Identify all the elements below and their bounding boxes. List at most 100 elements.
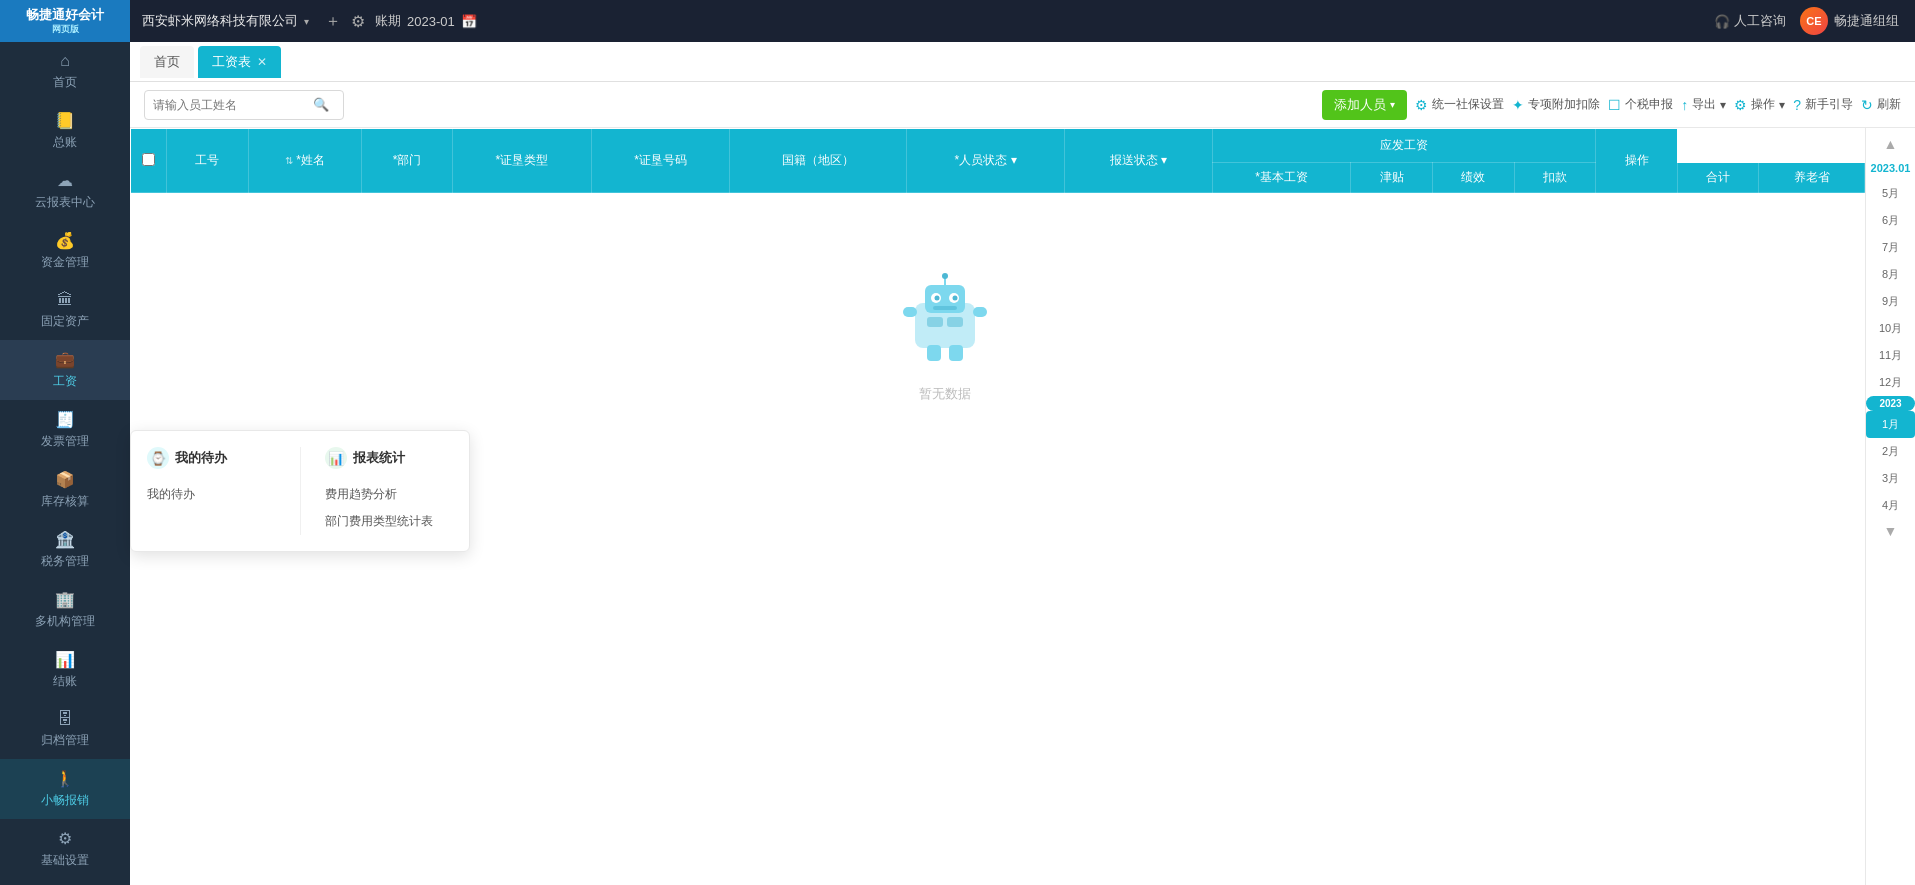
inventory-icon: 📦 <box>55 470 75 489</box>
add-person-button[interactable]: 添加人员 ▾ <box>1322 90 1407 120</box>
sidebar-item-ledger[interactable]: 📒 总账 <box>0 101 130 161</box>
popup-item-my-todo[interactable]: 我的待办 <box>147 481 276 508</box>
calendar-icon[interactable]: 📅 <box>461 14 477 29</box>
special-deduction-action[interactable]: ✦ 专项附加扣除 <box>1512 96 1600 113</box>
search-box: 🔍 <box>144 90 344 120</box>
tax-declaration-label: 个税申报 <box>1625 96 1673 113</box>
tax-declaration-action[interactable]: ☐ 个税申报 <box>1608 96 1673 113</box>
sidebar-item-new-guide[interactable]: ▶ 新手引导 <box>0 879 130 885</box>
th-emp-no: 工号 <box>167 129 249 193</box>
sidebar-label: 云报表中心 <box>35 194 95 211</box>
th-bonus: 绩效 <box>1433 163 1515 193</box>
month-item-10[interactable]: 10月 <box>1866 315 1915 342</box>
company-name: 西安虾米网络科技有限公司 <box>142 12 298 30</box>
sidebar-label: 固定资产 <box>41 313 89 330</box>
popup-col2-label: 报表统计 <box>353 449 405 467</box>
period-value[interactable]: 2023-01 <box>407 14 455 29</box>
month-item-6[interactable]: 6月 <box>1866 207 1915 234</box>
popup-menu: ⌚ 我的待办 我的待办 📊 报表统计 费用趋势分析 部门费用类型统计表 <box>130 430 470 552</box>
th-country: 国籍（地区） <box>730 129 907 193</box>
svg-rect-13 <box>903 307 917 317</box>
special-deduction-icon: ✦ <box>1512 97 1524 113</box>
month-item-8[interactable]: 8月 <box>1866 261 1915 288</box>
refresh-action[interactable]: ↻ 刷新 <box>1861 96 1901 113</box>
new-guide-action[interactable]: ? 新手引导 <box>1793 96 1853 113</box>
svg-point-4 <box>934 296 939 301</box>
svg-rect-12 <box>949 345 963 361</box>
svg-rect-14 <box>973 307 987 317</box>
sidebar-item-tax[interactable]: 🏦 税务管理 <box>0 520 130 580</box>
svg-rect-10 <box>947 317 963 327</box>
sidebar-item-home[interactable]: ⌂ 首页 <box>0 42 130 101</box>
cloud-report-icon: ☁ <box>57 171 73 190</box>
month-scroll-up[interactable]: ▲ <box>1866 132 1915 156</box>
sidebar-item-multi-org[interactable]: 🏢 多机构管理 <box>0 580 130 640</box>
sidebar-item-fund[interactable]: 💰 资金管理 <box>0 221 130 281</box>
sidebar-item-xiaochangbaoxiao[interactable]: 🚶 小畅报销 <box>0 759 130 819</box>
operations-action[interactable]: ⚙ 操作 ▾ <box>1734 96 1785 113</box>
month-item-2[interactable]: 2月 <box>1866 438 1915 465</box>
home-icon: ⌂ <box>60 52 70 70</box>
user-area[interactable]: CE 畅捷通组组 <box>1800 7 1899 35</box>
tab-home[interactable]: 首页 <box>140 46 194 78</box>
logo-text: 畅捷通好会计 网页版 <box>26 7 104 36</box>
export-action[interactable]: ↑ 导出 ▾ <box>1681 96 1726 113</box>
avatar: CE <box>1800 7 1828 35</box>
sidebar-item-archive[interactable]: 🗄 归档管理 <box>0 700 130 759</box>
top-bar: 畅捷通好会计 网页版 西安虾米网络科技有限公司 ▾ ＋ ⚙ 账期 2023-01… <box>0 0 1915 42</box>
th-report-status: 报送状态 ▾ <box>1064 129 1212 193</box>
company-selector[interactable]: 西安虾米网络科技有限公司 ▾ <box>130 12 321 30</box>
th-base-salary: *基本工资 <box>1212 163 1351 193</box>
th-checkbox[interactable] <box>131 129 167 193</box>
fund-icon: 💰 <box>55 231 75 250</box>
popup-col1-label: 我的待办 <box>175 449 227 467</box>
add-icon[interactable]: ＋ <box>325 11 341 32</box>
sidebar-label: 小畅报销 <box>41 792 89 809</box>
toolbar: 🔍 添加人员 ▾ ⚙ 统一社保设置 ✦ 专项附加扣除 ☐ 个税申报 <box>130 82 1915 128</box>
tab-salary-label: 工资表 <box>212 53 251 71</box>
month-item-5[interactable]: 5月 <box>1866 180 1915 207</box>
ledger-icon: 📒 <box>55 111 75 130</box>
search-icon[interactable]: 🔍 <box>313 97 329 112</box>
month-item-1[interactable]: 1月 <box>1866 411 1915 438</box>
sidebar-label: 税务管理 <box>41 553 89 570</box>
todo-icon: ⌚ <box>147 447 169 469</box>
month-item-12[interactable]: 12月 <box>1866 369 1915 396</box>
month-item-3[interactable]: 3月 <box>1866 465 1915 492</box>
tab-close-icon[interactable]: ✕ <box>257 55 267 69</box>
month-item-4[interactable]: 4月 <box>1866 492 1915 519</box>
sidebar-label: 总账 <box>53 134 77 151</box>
th-dept: *部门 <box>362 129 453 193</box>
toolbar-right: 添加人员 ▾ ⚙ 统一社保设置 ✦ 专项附加扣除 ☐ 个税申报 ↑ 导出 <box>1322 90 1901 120</box>
basic-settings-icon: ⚙ <box>58 829 72 848</box>
month-item-9[interactable]: 9月 <box>1866 288 1915 315</box>
month-scroll-down[interactable]: ▼ <box>1866 519 1915 543</box>
sidebar-item-accounts[interactable]: 📊 结账 <box>0 640 130 700</box>
select-all-checkbox[interactable] <box>142 153 155 166</box>
sidebar-item-basic-settings[interactable]: ⚙ 基础设置 <box>0 819 130 879</box>
sidebar-item-salary[interactable]: 💼 工资 <box>0 340 130 400</box>
sidebar-label: 发票管理 <box>41 433 89 450</box>
month-item-7[interactable]: 7月 <box>1866 234 1915 261</box>
service-button[interactable]: 🎧 人工咨询 <box>1714 12 1786 30</box>
search-input[interactable] <box>153 98 313 112</box>
sidebar-label: 基础设置 <box>41 852 89 869</box>
month-timeline: ▲ 2023.01 5月 6月 7月 8月 9月 10月 11月 12月 202… <box>1865 128 1915 885</box>
sidebar-item-invoice[interactable]: 🧾 发票管理 <box>0 400 130 460</box>
sidebar-item-cloud-report[interactable]: ☁ 云报表中心 <box>0 161 130 221</box>
sidebar-item-fixed-assets[interactable]: 🏛 固定资产 <box>0 281 130 340</box>
tab-salary[interactable]: 工资表 ✕ <box>198 46 281 78</box>
archive-icon: 🗄 <box>57 710 73 728</box>
sidebar-item-inventory[interactable]: 📦 库存核算 <box>0 460 130 520</box>
popup-item-cost-trend[interactable]: 费用趋势分析 <box>325 481 454 508</box>
sidebar-label: 首页 <box>53 74 77 91</box>
settings-icon[interactable]: ⚙ <box>351 12 365 31</box>
user-name: 畅捷通组组 <box>1834 12 1899 30</box>
popup-item-dept-cost[interactable]: 部门费用类型统计表 <box>325 508 454 535</box>
sidebar-label: 多机构管理 <box>35 613 95 630</box>
month-item-11[interactable]: 11月 <box>1866 342 1915 369</box>
th-subsidy: 津贴 <box>1351 163 1433 193</box>
period-label: 账期 <box>375 12 401 30</box>
sidebar: ⌂ 首页 📒 总账 ☁ 云报表中心 💰 资金管理 🏛 固定资产 💼 工资 🧾 发… <box>0 42 130 885</box>
social-security-action[interactable]: ⚙ 统一社保设置 <box>1415 96 1504 113</box>
